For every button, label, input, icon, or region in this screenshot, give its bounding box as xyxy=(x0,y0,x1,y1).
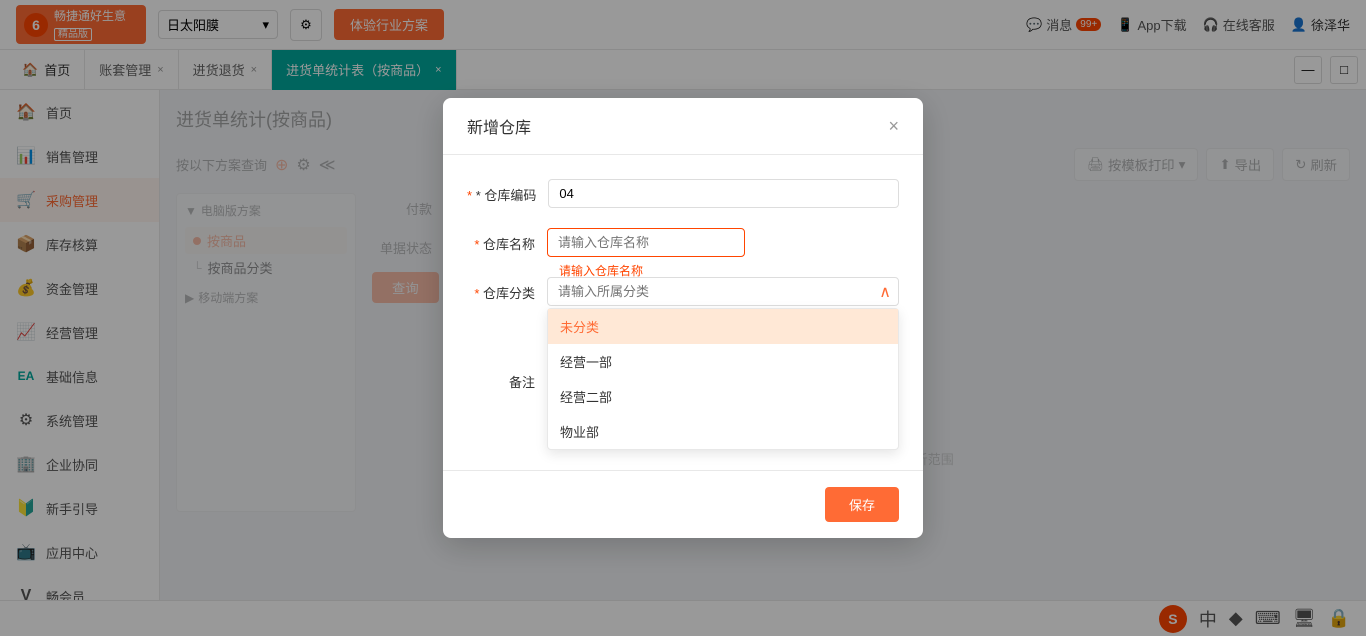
code-required-star: * xyxy=(467,188,472,203)
dropdown-item-ops2[interactable]: 经营二部 xyxy=(548,379,898,414)
modal-close-button[interactable]: × xyxy=(888,117,899,135)
category-label: * 仓库分类 xyxy=(467,277,547,302)
category-input[interactable] xyxy=(547,277,899,306)
dropdown-item-uncategorized[interactable]: 未分类 xyxy=(548,309,898,344)
form-row-category: * 仓库分类 ∧ 未分类 经营一部 经营二部 物业部 xyxy=(467,277,899,306)
dropdown-item-ops1[interactable]: 经营一部 xyxy=(548,344,898,379)
modal-title: 新增仓库 xyxy=(467,114,531,138)
category-chevron-up-icon[interactable]: ∧ xyxy=(879,282,891,302)
modal-body: * * 仓库编码 * 仓库名称 请输入仓库名称 * 仓库分类 ∧ xyxy=(443,155,923,470)
modal-header: 新增仓库 × xyxy=(443,98,923,155)
dropdown-item-property[interactable]: 物业部 xyxy=(548,414,898,449)
save-button[interactable]: 保存 xyxy=(825,487,899,522)
form-row-code: * * 仓库编码 xyxy=(467,179,899,208)
category-dropdown: 未分类 经营一部 经营二部 物业部 xyxy=(547,308,899,450)
code-input[interactable] xyxy=(548,179,899,208)
name-input[interactable] xyxy=(547,228,745,257)
code-label: * * 仓库编码 xyxy=(467,179,548,204)
name-label: * 仓库名称 xyxy=(467,228,547,253)
category-select-wrap: ∧ 未分类 经营一部 经营二部 物业部 xyxy=(547,277,899,306)
add-warehouse-modal: 新增仓库 × * * 仓库编码 * 仓库名称 请输入仓库名称 * 仓库分类 xyxy=(443,98,923,538)
form-row-name: * 仓库名称 请输入仓库名称 xyxy=(467,228,899,257)
note-label: 备注 xyxy=(467,366,547,391)
modal-footer: 保存 xyxy=(443,470,923,538)
